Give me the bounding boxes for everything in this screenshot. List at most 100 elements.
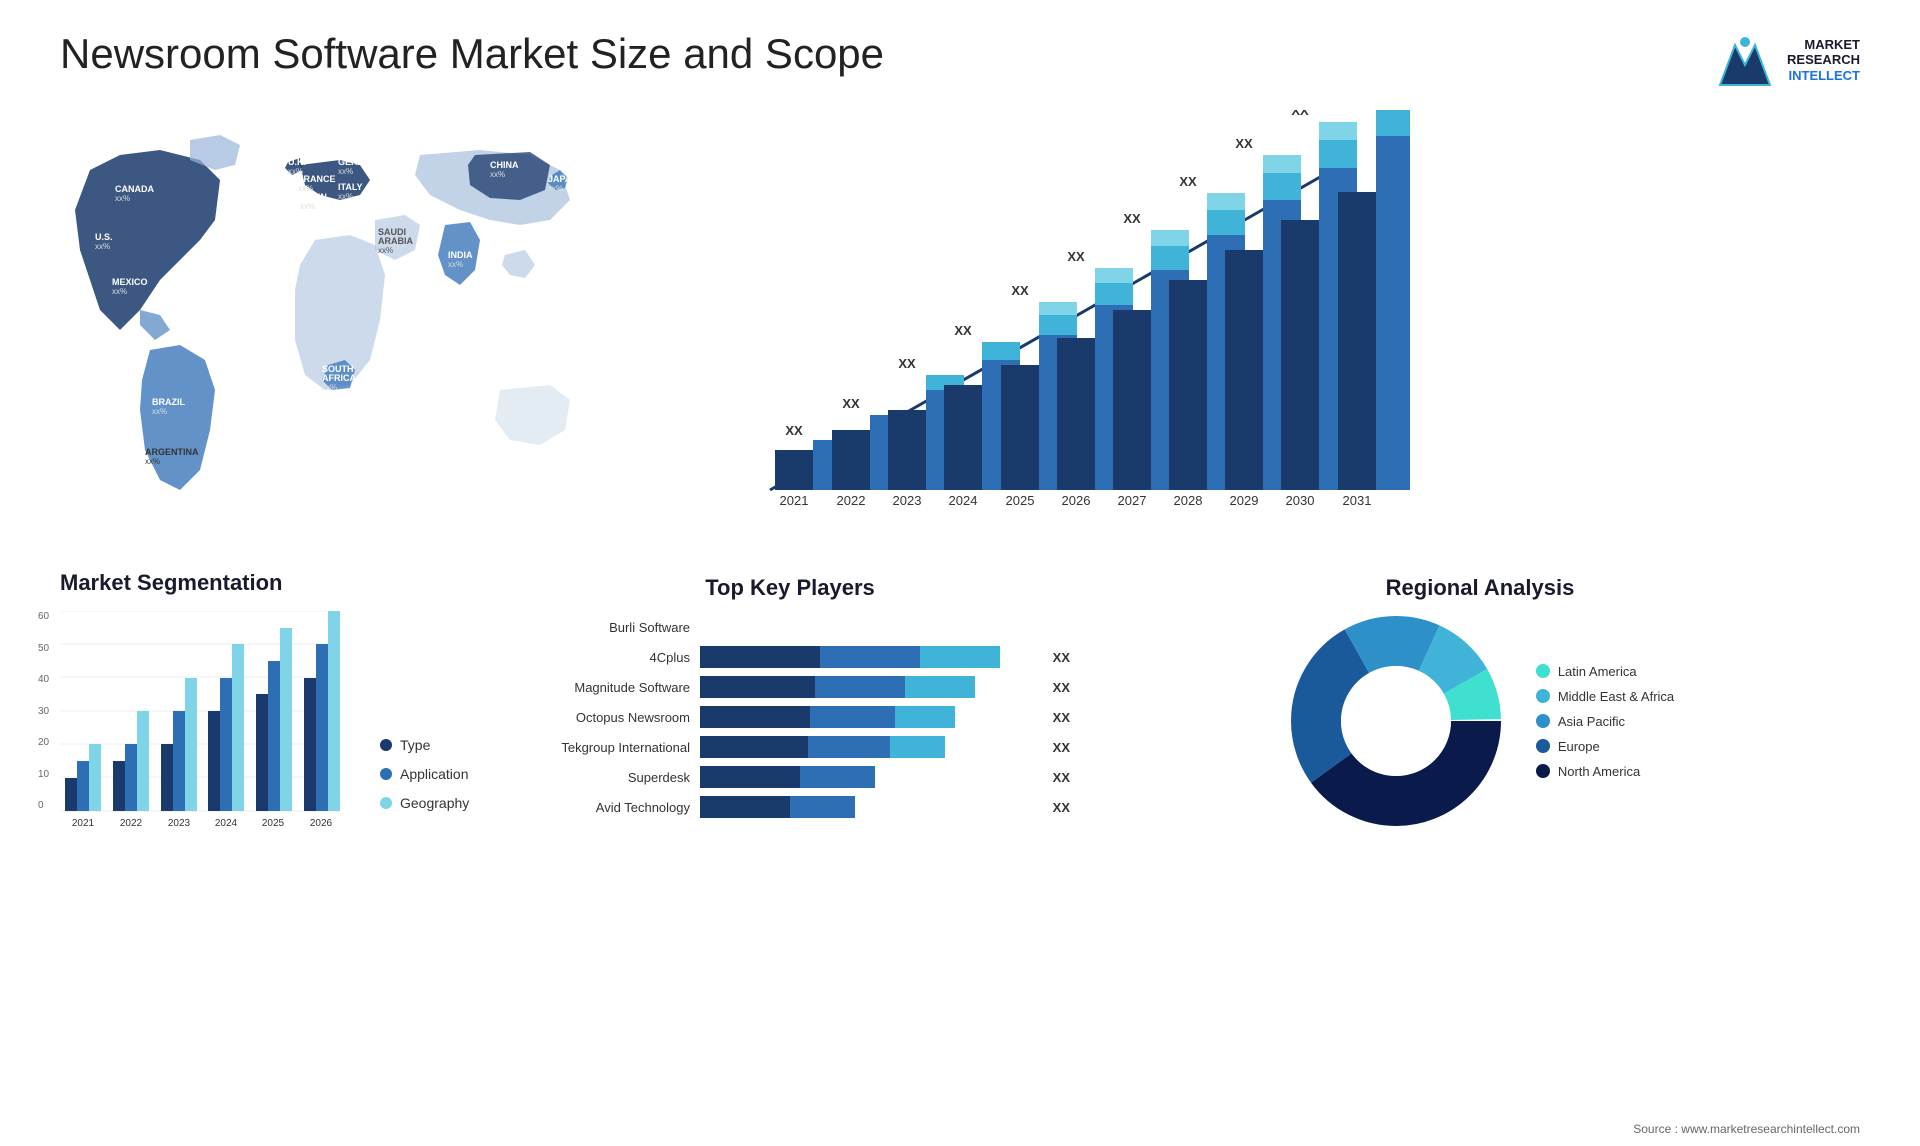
label-north-america: North America	[1558, 764, 1640, 779]
player-name-octopus: Octopus Newsroom	[510, 710, 690, 725]
player-bar-4cplus	[700, 646, 1037, 668]
svg-text:2026: 2026	[310, 818, 333, 829]
player-name-burli: Burli Software	[510, 620, 690, 635]
player-row-avid: Avid Technology XX	[510, 796, 1070, 818]
legend-mea: Middle East & Africa	[1536, 689, 1674, 704]
legend-type: Type	[380, 737, 469, 753]
dot-europe	[1536, 739, 1550, 753]
logo-icon	[1715, 30, 1775, 90]
legend-dot-geography	[380, 797, 392, 809]
svg-text:XX: XX	[1291, 110, 1309, 118]
y-label-20: 20	[38, 737, 49, 748]
svg-text:xx%: xx%	[95, 242, 110, 251]
dot-north-america	[1536, 764, 1550, 778]
label-asia-pacific: Asia Pacific	[1558, 714, 1625, 729]
logo: MARKET RESEARCH INTELLECT	[1715, 30, 1860, 90]
regional-legend: Latin America Middle East & Africa Asia …	[1536, 664, 1674, 779]
source-text: Source : www.marketresearchintellect.com	[1633, 1122, 1860, 1136]
svg-text:CHINA: CHINA	[490, 160, 519, 170]
logo-line3: INTELLECT	[1787, 68, 1860, 84]
regional-section: Regional Analysis	[1100, 570, 1860, 836]
bar-seg3-magnitude	[905, 676, 975, 698]
svg-text:ARABIA: ARABIA	[378, 236, 413, 246]
bar-seg2-4cplus	[820, 646, 920, 668]
svg-text:CANADA: CANADA	[115, 184, 154, 194]
growth-bar-chart: 2021 XX 2022 XX 2023 XX 2024 XX	[710, 110, 1410, 550]
svg-text:XX: XX	[1123, 211, 1141, 226]
player-row-magnitude: Magnitude Software XX	[510, 676, 1070, 698]
svg-text:xx%: xx%	[152, 407, 167, 416]
player-name-superdesk: Superdesk	[510, 770, 690, 785]
svg-text:xx%: xx%	[115, 194, 130, 203]
player-bar-tekgroup	[700, 736, 1037, 758]
player-bar-octopus	[700, 706, 1037, 728]
dot-asia-pacific	[1536, 714, 1550, 728]
svg-text:SPAIN: SPAIN	[300, 192, 327, 202]
svg-text:AFRICA: AFRICA	[322, 373, 356, 383]
svg-text:FRANCE: FRANCE	[298, 174, 336, 184]
dot-mea	[1536, 689, 1550, 703]
y-label-60: 60	[38, 611, 49, 622]
svg-text:2023: 2023	[893, 493, 922, 508]
svg-text:xx%: xx%	[448, 260, 463, 269]
svg-text:2025: 2025	[262, 818, 285, 829]
legend-dot-type	[380, 739, 392, 751]
svg-text:U.S.: U.S.	[95, 232, 113, 242]
svg-text:2031: 2031	[1343, 493, 1372, 508]
bar-seg2-tekgroup	[808, 736, 890, 758]
player-xx-magnitude: XX	[1053, 680, 1070, 695]
players-title: Top Key Players	[510, 575, 1070, 601]
svg-text:XX: XX	[1179, 174, 1197, 189]
svg-text:XX: XX	[842, 396, 860, 411]
legend-north-america: North America	[1536, 764, 1674, 779]
y-label-0: 0	[38, 800, 49, 811]
svg-text:2022: 2022	[120, 818, 143, 829]
player-name-avid: Avid Technology	[510, 800, 690, 815]
svg-text:XX: XX	[785, 423, 803, 438]
player-xx-superdesk: XX	[1053, 770, 1070, 785]
bar-seg1-tekgroup	[700, 736, 808, 758]
player-bar-burli	[700, 616, 1054, 638]
legend-label-geography: Geography	[400, 795, 469, 811]
page-title: Newsroom Software Market Size and Scope	[60, 30, 884, 78]
svg-text:xx%: xx%	[322, 383, 337, 392]
bar-seg2-octopus	[810, 706, 895, 728]
svg-text:xx%: xx%	[112, 287, 127, 296]
svg-text:2021: 2021	[780, 493, 809, 508]
regional-title: Regional Analysis	[1100, 575, 1860, 601]
svg-text:2024: 2024	[949, 493, 978, 508]
bar-seg2-magnitude	[815, 676, 905, 698]
svg-text:2029: 2029	[1230, 493, 1259, 508]
player-xx-octopus: XX	[1053, 710, 1070, 725]
player-name-4cplus: 4Cplus	[510, 650, 690, 665]
label-latin-america: Latin America	[1558, 664, 1637, 679]
player-row-octopus: Octopus Newsroom XX	[510, 706, 1070, 728]
y-label-30: 30	[38, 706, 49, 717]
legend-latin-america: Latin America	[1536, 664, 1674, 679]
key-players-section: Top Key Players Burli Software 4Cplus XX	[510, 570, 1070, 836]
bar-seg2-superdesk	[800, 766, 875, 788]
svg-text:xx%: xx%	[145, 457, 160, 466]
player-xx-4cplus: XX	[1053, 650, 1070, 665]
svg-text:2022: 2022	[837, 493, 866, 508]
svg-text:XX: XX	[1235, 136, 1253, 151]
player-name-magnitude: Magnitude Software	[510, 680, 690, 695]
bar-seg1-superdesk	[700, 766, 800, 788]
segmentation-title: Market Segmentation	[60, 570, 480, 596]
svg-text:xx%: xx%	[300, 202, 315, 211]
y-label-10: 10	[38, 769, 49, 780]
bar-seg3-octopus	[895, 706, 955, 728]
svg-text:2024: 2024	[215, 818, 238, 829]
bar-seg3-4cplus	[920, 646, 1000, 668]
svg-text:2028: 2028	[1174, 493, 1203, 508]
legend-dot-application	[380, 768, 392, 780]
segmentation-section: Market Segmentation 60 50 40 30 20 10 0	[60, 570, 480, 836]
player-row-superdesk: Superdesk XX	[510, 766, 1070, 788]
legend-europe: Europe	[1536, 739, 1674, 754]
legend-asia-pacific: Asia Pacific	[1536, 714, 1674, 729]
player-name-tekgroup: Tekgroup International	[510, 740, 690, 755]
world-map-svg: CANADA xx% U.S. xx% MEXICO xx% BRAZIL xx…	[60, 110, 680, 530]
logo-line2: RESEARCH	[1787, 52, 1860, 68]
y-label-40: 40	[38, 674, 49, 685]
svg-text:2023: 2023	[168, 818, 191, 829]
